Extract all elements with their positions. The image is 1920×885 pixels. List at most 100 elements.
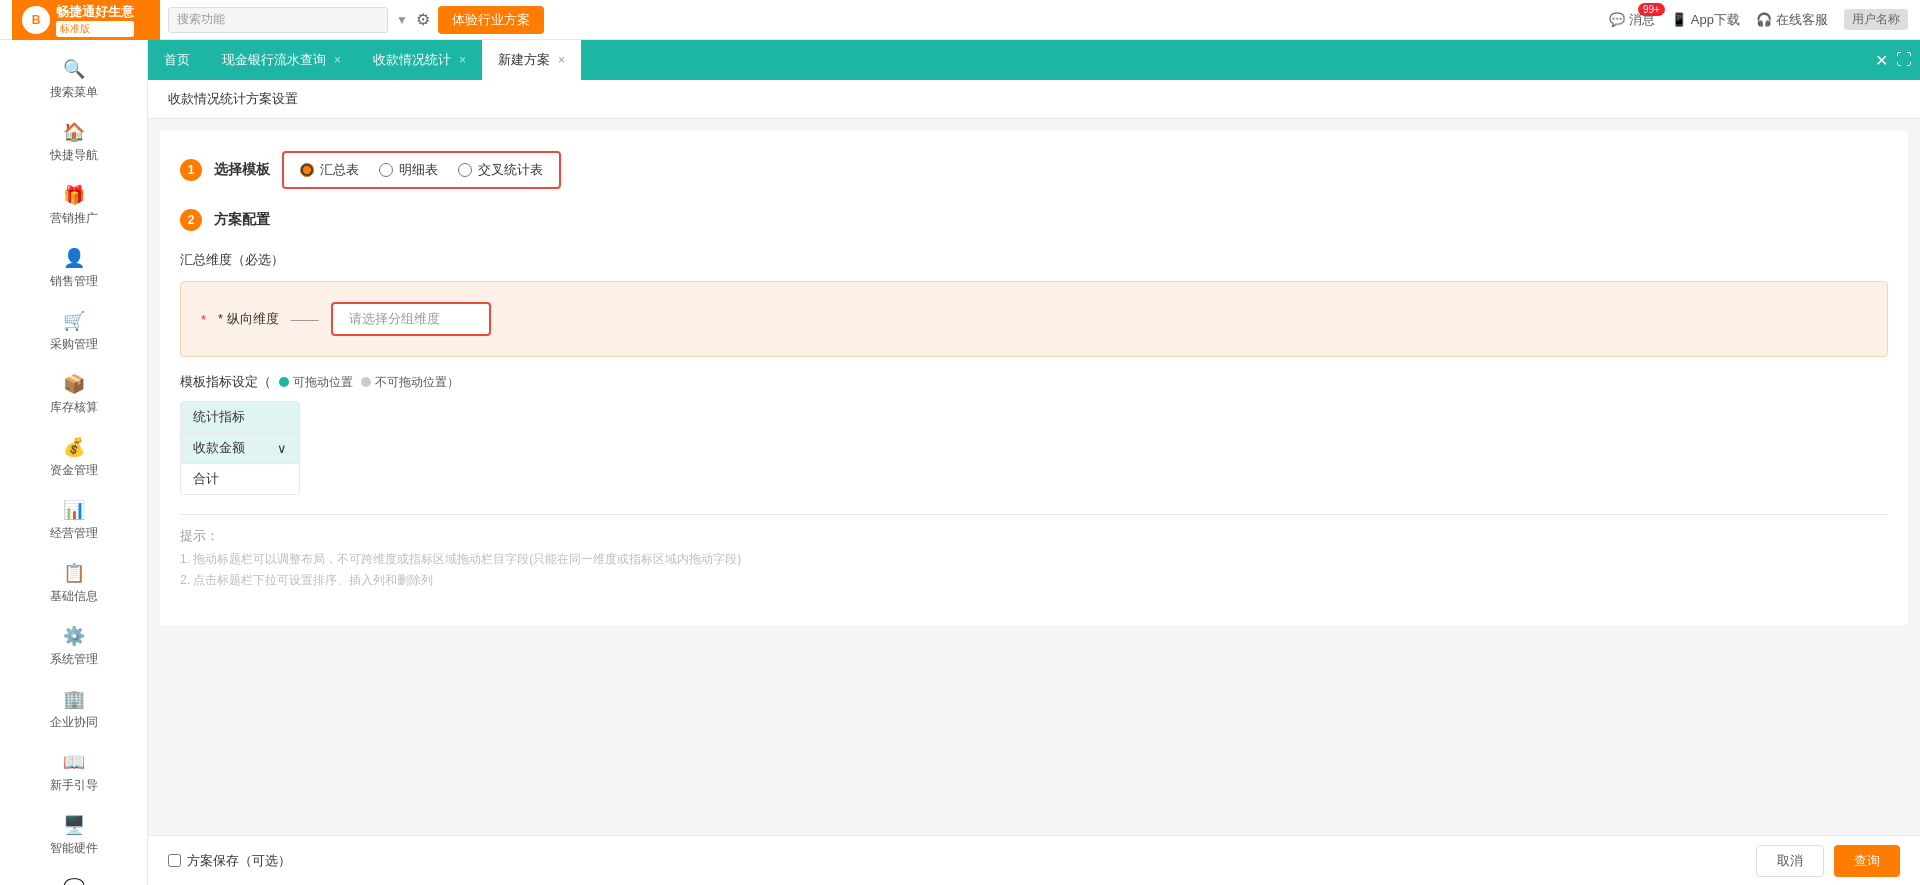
step1-title: 选择模板 [214, 161, 270, 179]
tab-bank-flow-close[interactable]: × [334, 53, 341, 67]
tab-bar: 首页 现金银行流水查询 × 收款情况统计 × 新建方案 × ✕ ⛶ [148, 40, 1920, 80]
tab-bar-actions: ✕ ⛶ [1875, 51, 1920, 70]
brand-badge: 标准版 [56, 21, 134, 37]
radio-detail-label: 明细表 [399, 161, 438, 179]
user-avatar[interactable]: 用户名称 [1844, 9, 1908, 30]
marketing-label: 营销推广 [50, 210, 98, 227]
radio-summary-input[interactable] [300, 163, 314, 177]
page-content: 收款情况统计方案设置 1 选择模板 汇总表 明细表 [148, 80, 1920, 835]
save-option: 方案保存（可选） [168, 852, 291, 870]
app-download-icon: 📱 [1671, 12, 1687, 27]
radio-cross[interactable]: 交叉统计表 [458, 161, 543, 179]
operations-icon: 📊 [63, 499, 85, 521]
smart-hw-icon: 🖥️ [63, 814, 85, 836]
sys-mgmt-label: 系统管理 [50, 651, 98, 668]
sales-icon: 👤 [63, 247, 85, 269]
sidebar-item-newbie[interactable]: 📖 新手引导 [0, 741, 147, 804]
smart-hw-label: 智能硬件 [50, 840, 98, 857]
tips-item-2: 2. 点击标题栏下拉可设置排序、插入列和删除列 [180, 572, 1888, 589]
header-right-area: 💬 消息 99+ 📱 App下载 🎧 在线客服 用户名称 [1609, 9, 1908, 30]
ent-wechat-icon: 💬 [63, 877, 85, 885]
sidebar-item-basic-info[interactable]: 📋 基础信息 [0, 552, 147, 615]
sidebar-item-ent-wechat[interactable]: 💬 企业微信 [0, 867, 147, 885]
stat-indicator-title: 统计指标 [193, 408, 245, 426]
required-mark: * [201, 312, 206, 327]
tab-collection-stat[interactable]: 收款情况统计 × [357, 40, 482, 80]
search-menu-label: 搜索菜单 [50, 84, 98, 101]
settings-gear-icon[interactable]: ⚙ [416, 10, 430, 29]
header-search-box[interactable]: 搜索功能 [168, 7, 388, 33]
step1-number: 1 [180, 159, 202, 181]
radio-detail[interactable]: 明细表 [379, 161, 438, 179]
tab-new-scheme-label: 新建方案 [498, 51, 550, 69]
stat-col-header-row: 收款金额 ∨ [181, 433, 299, 464]
sidebar: 🔍 搜索菜单 🏠 快捷导航 🎁 营销推广 👤 销售管理 🛒 采购管理 📦 库存核… [0, 40, 148, 885]
tips-item-1: 1. 拖动标题栏可以调整布局，不可跨维度或指标区域拖动栏目字段(只能在同一维度或… [180, 551, 1888, 568]
quick-nav-icon: 🏠 [63, 121, 85, 143]
page-title: 收款情况统计方案设置 [168, 91, 298, 106]
content-area: 首页 现金银行流水查询 × 收款情况统计 × 新建方案 × ✕ ⛶ 收 [148, 40, 1920, 885]
vertical-dim-label: * 纵向维度 [218, 310, 279, 328]
logo-icon-text: B [32, 13, 41, 27]
query-button[interactable]: 查询 [1834, 845, 1900, 877]
cancel-button[interactable]: 取消 [1756, 845, 1824, 877]
tips-section: 提示： 1. 拖动标题栏可以调整布局，不可跨维度或指标区域拖动栏目字段(只能在同… [180, 514, 1888, 605]
enterprise-collab-label: 企业协同 [50, 714, 98, 731]
tab-home[interactable]: 首页 [148, 40, 206, 80]
scheme-config: 汇总维度（必选） * * 纵向维度 —— 请选择分组维度 [180, 251, 1888, 605]
newbie-label: 新手引导 [50, 777, 98, 794]
app-download-label: App下载 [1691, 11, 1740, 29]
search-dropdown-arrow[interactable]: ▼ [396, 13, 408, 27]
stat-col-header: 收款金额 [193, 439, 245, 457]
sidebar-item-inventory[interactable]: 📦 库存核算 [0, 363, 147, 426]
tab-collection-stat-label: 收款情况统计 [373, 51, 451, 69]
no-drag-dot [361, 377, 371, 387]
sidebar-item-search-menu[interactable]: 🔍 搜索菜单 [0, 48, 147, 111]
step1-row: 1 选择模板 汇总表 明细表 交叉统计表 [180, 151, 1888, 189]
app-download-button[interactable]: 📱 App下载 [1671, 11, 1740, 29]
sidebar-item-purchase[interactable]: 🛒 采购管理 [0, 300, 147, 363]
sidebar-item-quick-nav[interactable]: 🏠 快捷导航 [0, 111, 147, 174]
sidebar-item-smart-hw[interactable]: 🖥️ 智能硬件 [0, 804, 147, 867]
finance-label: 资金管理 [50, 462, 98, 479]
indicator-section: 模板指标设定（ 可拖动位置 不可拖动位置） [180, 373, 1888, 498]
sidebar-item-enterprise-collab[interactable]: 🏢 企业协同 [0, 678, 147, 741]
tab-home-label: 首页 [164, 51, 190, 69]
sidebar-item-sales[interactable]: 👤 销售管理 [0, 237, 147, 300]
bottom-bar: 方案保存（可选） 取消 查询 [148, 835, 1920, 885]
sys-mgmt-icon: ⚙️ [63, 625, 85, 647]
tab-new-scheme[interactable]: 新建方案 × [482, 40, 581, 80]
tab-bank-flow[interactable]: 现金银行流水查询 × [206, 40, 357, 80]
logo-area: B 畅捷通好生意 标准版 [12, 0, 160, 40]
notifications-button[interactable]: 💬 消息 99+ [1609, 11, 1655, 29]
tab-fullscreen-icon[interactable]: ⛶ [1896, 51, 1912, 69]
dimension-select-placeholder: 请选择分组维度 [349, 310, 440, 328]
dimension-select[interactable]: 请选择分组维度 [331, 302, 491, 336]
sidebar-item-finance[interactable]: 💰 资金管理 [0, 426, 147, 489]
radio-summary[interactable]: 汇总表 [300, 161, 359, 179]
enterprise-collab-icon: 🏢 [63, 688, 85, 710]
bottom-buttons: 取消 查询 [1756, 845, 1900, 877]
tab-collection-stat-close[interactable]: × [459, 53, 466, 67]
sidebar-item-sys-mgmt[interactable]: ⚙️ 系统管理 [0, 615, 147, 678]
quick-nav-label: 快捷导航 [50, 147, 98, 164]
basic-info-label: 基础信息 [50, 588, 98, 605]
step2-number: 2 [180, 209, 202, 231]
no-drag-indicator: 不可拖动位置） [361, 374, 459, 391]
radio-summary-label: 汇总表 [320, 161, 359, 179]
radio-detail-input[interactable] [379, 163, 393, 177]
sidebar-item-marketing[interactable]: 🎁 营销推广 [0, 174, 147, 237]
inventory-label: 库存核算 [50, 399, 98, 416]
radio-cross-input[interactable] [458, 163, 472, 177]
newbie-icon: 📖 [63, 751, 85, 773]
online-support-button[interactable]: 🎧 在线客服 [1756, 11, 1828, 29]
finance-icon: 💰 [63, 436, 85, 458]
tab-new-scheme-close[interactable]: × [558, 53, 565, 67]
save-checkbox[interactable] [168, 854, 181, 867]
stat-col-chevron[interactable]: ∨ [277, 441, 287, 456]
tab-close-all-icon[interactable]: ✕ [1875, 51, 1888, 70]
indicator-section-label: 模板指标设定（ [180, 373, 271, 391]
logo-icon: B [22, 6, 50, 34]
trial-button[interactable]: 体验行业方案 [438, 6, 544, 34]
sidebar-item-operations[interactable]: 📊 经营管理 [0, 489, 147, 552]
